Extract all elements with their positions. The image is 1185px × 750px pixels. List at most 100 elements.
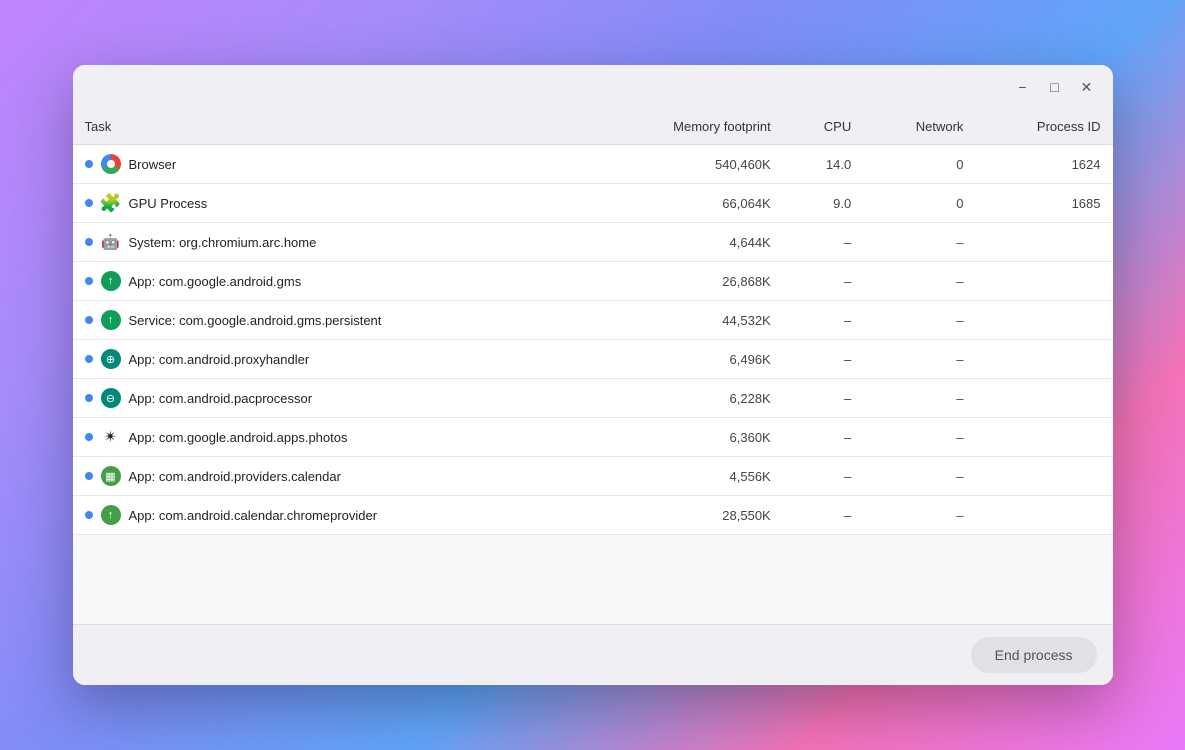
status-dot-4 <box>85 316 93 324</box>
pid-cell-8 <box>975 457 1112 496</box>
end-process-button[interactable]: End process <box>971 637 1097 673</box>
android-green-icon: ↑ <box>101 271 121 291</box>
memory-cell-2: 4,644K <box>593 223 783 262</box>
titlebar: − □ ✕ <box>73 65 1113 109</box>
task-name-8: App: com.android.providers.calendar <box>129 469 341 484</box>
network-cell-6: – <box>863 379 975 418</box>
task-cell-9: ↑ App: com.android.calendar.chromeprovid… <box>73 496 593 535</box>
pid-cell-2 <box>975 223 1112 262</box>
col-memory[interactable]: Memory footprint <box>593 109 783 145</box>
task-icon-8: ▦ <box>101 466 121 486</box>
chrome-icon <box>101 154 121 174</box>
task-name-6: App: com.android.pacprocessor <box>129 391 313 406</box>
task-name-4: Service: com.google.android.gms.persiste… <box>129 313 382 328</box>
pid-cell-9 <box>975 496 1112 535</box>
task-icon-0 <box>101 154 121 174</box>
network-cell-0: 0 <box>863 145 975 184</box>
task-icon-6: ⊖ <box>101 388 121 408</box>
cpu-cell-9: – <box>783 496 864 535</box>
android-green3-icon: ↑ <box>101 505 121 525</box>
pid-cell-5 <box>975 340 1112 379</box>
network-cell-9: – <box>863 496 975 535</box>
memory-cell-7: 6,360K <box>593 418 783 457</box>
task-cell-7: ✴ App: com.google.android.apps.photos <box>73 418 593 457</box>
task-icon-5: ⊕ <box>101 349 121 369</box>
task-name-2: System: org.chromium.arc.home <box>129 235 317 250</box>
task-icon-9: ↑ <box>101 505 121 525</box>
network-cell-1: 0 <box>863 184 975 223</box>
status-dot-1 <box>85 199 93 207</box>
table-row[interactable]: ⊕ App: com.android.proxyhandler 6,496K –… <box>73 340 1113 379</box>
footer: End process <box>73 624 1113 685</box>
process-table: Task Memory footprint CPU Network Proces… <box>73 109 1113 535</box>
cpu-cell-8: – <box>783 457 864 496</box>
task-cell-4: ↑ Service: com.google.android.gms.persis… <box>73 301 593 340</box>
memory-cell-4: 44,532K <box>593 301 783 340</box>
table-row[interactable]: 🤖 System: org.chromium.arc.home 4,644K –… <box>73 223 1113 262</box>
photos-icon: ✴ <box>104 427 117 447</box>
col-network[interactable]: Network <box>863 109 975 145</box>
memory-cell-1: 66,064K <box>593 184 783 223</box>
pid-cell-6 <box>975 379 1112 418</box>
cpu-cell-2: – <box>783 223 864 262</box>
puzzle-icon: 🧩 <box>99 193 121 214</box>
network-cell-4: – <box>863 301 975 340</box>
cpu-cell-4: – <box>783 301 864 340</box>
table-row[interactable]: ✴ App: com.google.android.apps.photos 6,… <box>73 418 1113 457</box>
status-dot-0 <box>85 160 93 168</box>
task-cell-2: 🤖 System: org.chromium.arc.home <box>73 223 593 262</box>
status-dot-9 <box>85 511 93 519</box>
cpu-cell-0: 14.0 <box>783 145 864 184</box>
task-icon-2: 🤖 <box>101 232 121 252</box>
table-row[interactable]: ▦ App: com.android.providers.calendar 4,… <box>73 457 1113 496</box>
task-cell-1: 🧩 GPU Process <box>73 184 593 223</box>
col-pid[interactable]: Process ID <box>975 109 1112 145</box>
table-row[interactable]: ↑ Service: com.google.android.gms.persis… <box>73 301 1113 340</box>
android-green2-icon: ↑ <box>101 310 121 330</box>
task-cell-8: ▦ App: com.android.providers.calendar <box>73 457 593 496</box>
table-row[interactable]: 🧩 GPU Process 66,064K 9.0 0 1685 <box>73 184 1113 223</box>
task-name-7: App: com.google.android.apps.photos <box>129 430 348 445</box>
task-icon-1: 🧩 <box>101 193 121 213</box>
cpu-cell-3: – <box>783 262 864 301</box>
cpu-cell-7: – <box>783 418 864 457</box>
pac-icon: ⊖ <box>101 388 121 408</box>
table-body: Browser 540,460K 14.0 0 1624 🧩 GPU Proce… <box>73 145 1113 535</box>
maximize-button[interactable]: □ <box>1041 73 1069 101</box>
network-cell-3: – <box>863 262 975 301</box>
task-cell-5: ⊕ App: com.android.proxyhandler <box>73 340 593 379</box>
task-name-5: App: com.android.proxyhandler <box>129 352 310 367</box>
pid-cell-4 <box>975 301 1112 340</box>
status-dot-2 <box>85 238 93 246</box>
status-dot-3 <box>85 277 93 285</box>
table-row[interactable]: ↑ App: com.android.calendar.chromeprovid… <box>73 496 1113 535</box>
minimize-button[interactable]: − <box>1009 73 1037 101</box>
col-cpu[interactable]: CPU <box>783 109 864 145</box>
network-cell-8: – <box>863 457 975 496</box>
table-row[interactable]: ⊖ App: com.android.pacprocessor 6,228K –… <box>73 379 1113 418</box>
pid-cell-1: 1685 <box>975 184 1112 223</box>
network-cell-5: – <box>863 340 975 379</box>
memory-cell-6: 6,228K <box>593 379 783 418</box>
task-cell-0: Browser <box>73 145 593 184</box>
memory-cell-0: 540,460K <box>593 145 783 184</box>
network-cell-2: – <box>863 223 975 262</box>
cpu-cell-1: 9.0 <box>783 184 864 223</box>
task-name-0: Browser <box>129 157 177 172</box>
table-row[interactable]: ↑ App: com.google.android.gms 26,868K – … <box>73 262 1113 301</box>
android-red-icon: 🤖 <box>101 233 120 251</box>
memory-cell-8: 4,556K <box>593 457 783 496</box>
table-row[interactable]: Browser 540,460K 14.0 0 1624 <box>73 145 1113 184</box>
status-dot-6 <box>85 394 93 402</box>
table-header: Task Memory footprint CPU Network Proces… <box>73 109 1113 145</box>
task-name-9: App: com.android.calendar.chromeprovider <box>129 508 378 523</box>
proxy-icon: ⊕ <box>101 349 121 369</box>
cpu-cell-5: – <box>783 340 864 379</box>
status-dot-8 <box>85 472 93 480</box>
col-task[interactable]: Task <box>73 109 593 145</box>
task-manager-window: − □ ✕ Task Memory footprint CPU Netw <box>73 65 1113 685</box>
pid-cell-3 <box>975 262 1112 301</box>
close-button[interactable]: ✕ <box>1073 73 1101 101</box>
task-icon-4: ↑ <box>101 310 121 330</box>
status-dot-5 <box>85 355 93 363</box>
